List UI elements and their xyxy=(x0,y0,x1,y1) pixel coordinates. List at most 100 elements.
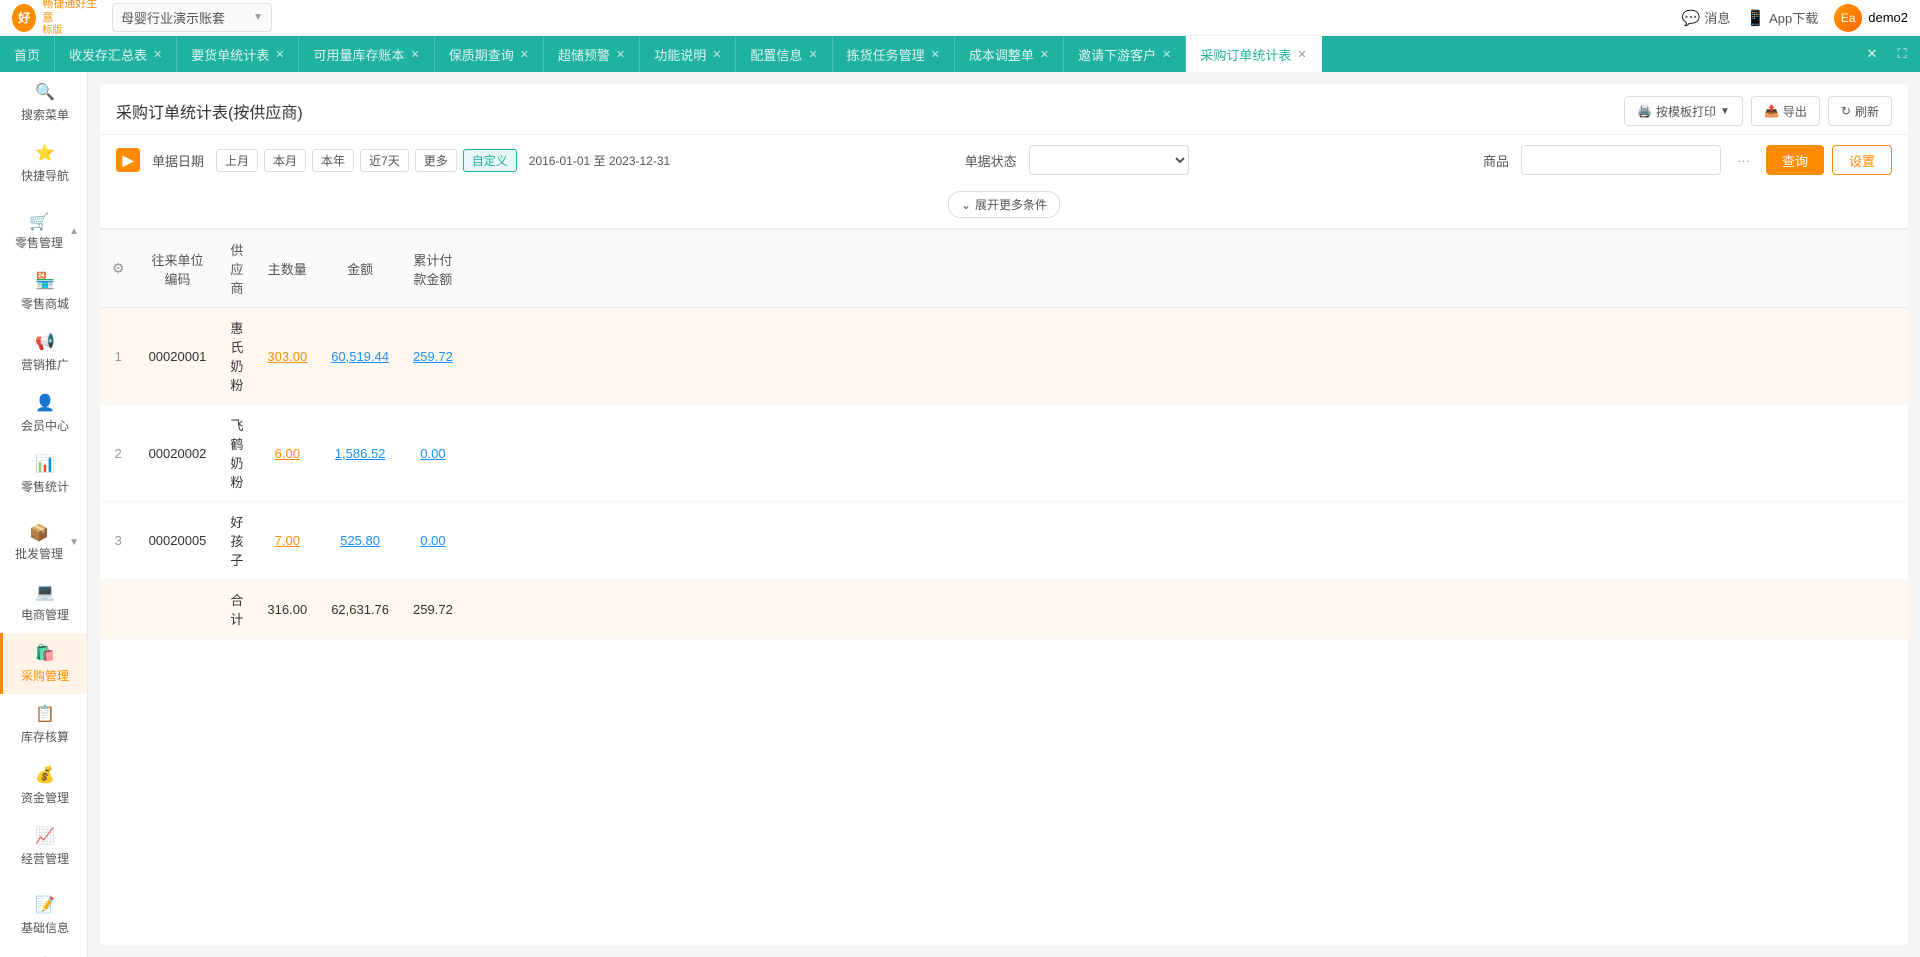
close-tab-purchase-order-stat[interactable]: ✕ xyxy=(1297,48,1306,61)
goods-filter-label: 商品 xyxy=(1483,151,1509,170)
print-btn[interactable]: 🖨️ 按模板打印 ▼ xyxy=(1624,96,1743,126)
shortcut-more[interactable]: 更多 xyxy=(415,149,457,172)
table-gear-icon[interactable]: ⚙ xyxy=(112,260,125,276)
shortcut-this-month[interactable]: 本月 xyxy=(264,149,306,172)
amount-link-2[interactable]: 1,586.52 xyxy=(335,446,386,461)
tab-invite-downstream[interactable]: 邀请下游客户 ✕ xyxy=(1064,36,1186,72)
close-tab-inventory[interactable]: ✕ xyxy=(411,48,420,61)
mall-icon: 🏪 xyxy=(35,271,55,291)
tab-purchase-order-stat[interactable]: 采购订单统计表 ✕ xyxy=(1186,36,1321,72)
qty-link-2[interactable]: 6.00 xyxy=(275,446,300,461)
goods-filter-input[interactable] xyxy=(1521,145,1721,175)
sidebar-item-finance[interactable]: 💰 资金管理 xyxy=(0,755,87,816)
tab-cost-adjust[interactable]: 成本调整单 ✕ xyxy=(955,36,1064,72)
print-dropdown-icon: ▼ xyxy=(1720,106,1730,117)
tab-expiry[interactable]: 保质期查询 ✕ xyxy=(435,36,544,72)
print-icon: 🖨️ xyxy=(1637,104,1652,118)
shortcut-this-year[interactable]: 本年 xyxy=(312,149,354,172)
close-tab-expiry[interactable]: ✕ xyxy=(520,48,529,61)
basic-info-icon: 📝 xyxy=(35,895,55,915)
sidebar-item-inventory-check[interactable]: 📋 库存核算 xyxy=(0,694,87,755)
tab-overstock[interactable]: 超储预警 ✕ xyxy=(544,36,640,72)
table-footer: 合计 316.00 62,631.76 259.72 xyxy=(100,580,1908,639)
refresh-btn[interactable]: ↻ 刷新 xyxy=(1828,96,1892,126)
amount-link-1[interactable]: 60,519.44 xyxy=(331,349,389,364)
tab-function-desc[interactable]: 功能说明 ✕ xyxy=(640,36,736,72)
message-icon: 💬 xyxy=(1682,9,1701,27)
filter-row-1: ▶ 单据日期 上月 本月 本年 近7天 更多 自定义 2016-01-01 至 … xyxy=(116,145,1892,175)
finance-icon: 💰 xyxy=(35,765,55,785)
close-tab-pick-task[interactable]: ✕ xyxy=(931,48,940,61)
tab-close-btn[interactable]: ✕ xyxy=(1858,40,1886,68)
qty-2: 6.00 xyxy=(255,405,319,502)
qty-link-3[interactable]: 7.00 xyxy=(275,533,300,548)
tab-home[interactable]: 首页 xyxy=(0,36,55,72)
sidebar-item-purchase[interactable]: 🛍️ 采购管理 xyxy=(0,633,87,694)
tab-order-stat[interactable]: 要货单统计表 ✕ xyxy=(177,36,299,72)
paid-link-3[interactable]: 0.00 xyxy=(420,533,445,548)
sidebar-item-system[interactable]: ⚙️ 系统管理 xyxy=(0,946,87,957)
page-container: 采购订单统计表(按供应商) 🖨️ 按模板打印 ▼ 📤 导出 ↻ 刷新 xyxy=(100,84,1908,945)
close-tab-overstock[interactable]: ✕ xyxy=(616,48,625,61)
retail-expand-icon: ▲ xyxy=(69,226,79,237)
col-settings: ⚙ xyxy=(100,230,137,308)
more-filter-dots[interactable]: ··· xyxy=(1733,153,1754,168)
retail-stat-icon: 📊 xyxy=(35,454,55,474)
footer-label: 合计 xyxy=(218,580,255,639)
qty-link-1[interactable]: 303.00 xyxy=(267,349,307,364)
sidebar-item-basic-info[interactable]: 📝 基础信息 xyxy=(0,885,87,946)
app-download-action[interactable]: 📱 App下载 xyxy=(1746,8,1818,27)
filter-toggle-btn[interactable]: ▶ xyxy=(116,148,140,172)
top-right-actions: 💬 消息 📱 App下载 Ea demo2 xyxy=(1682,4,1908,32)
sidebar-item-retail-manage[interactable]: 🛒 零售管理 ▲ xyxy=(0,202,87,261)
sidebar-item-member[interactable]: 👤 会员中心 xyxy=(0,383,87,444)
sidebar-item-marketing[interactable]: 📢 营销推广 xyxy=(0,322,87,383)
table-body: 1 00020001 惠氏奶粉 303.00 60,519.44 259.72 … xyxy=(100,308,1908,580)
paid-link-2[interactable]: 0.00 xyxy=(420,446,445,461)
amount-link-3[interactable]: 525.80 xyxy=(340,533,380,548)
export-btn[interactable]: 📤 导出 xyxy=(1751,96,1820,126)
sidebar-item-retail-mall[interactable]: 🏪 零售商城 xyxy=(0,261,87,322)
unit-code-3: 00020005 xyxy=(137,502,219,580)
shortcut-7-days[interactable]: 近7天 xyxy=(360,149,409,172)
sidebar-item-quick-nav[interactable]: ⭐ 快捷导航 xyxy=(0,133,87,194)
retail-icon: 🛒 xyxy=(29,212,49,232)
expand-more-btn[interactable]: ⌄ 展开更多条件 xyxy=(948,191,1060,218)
tab-receive-summary[interactable]: 收发存汇总表 ✕ xyxy=(55,36,177,72)
logo-text: 畅捷通好生意 标版 xyxy=(42,0,100,37)
refresh-icon: ↻ xyxy=(1841,104,1851,118)
marketing-icon: 📢 xyxy=(35,332,55,352)
sidebar-item-retail-stat[interactable]: 📊 零售统计 xyxy=(0,444,87,505)
paid-link-1[interactable]: 259.72 xyxy=(413,349,453,364)
shortcut-last-month[interactable]: 上月 xyxy=(216,149,258,172)
tab-config[interactable]: 配置信息 ✕ xyxy=(736,36,832,72)
sidebar-item-search[interactable]: 🔍 搜索菜单 xyxy=(0,72,87,133)
sidebar-item-operation[interactable]: 📈 经营管理 xyxy=(0,816,87,877)
export-icon: 📤 xyxy=(1764,104,1779,118)
query-btn[interactable]: 查询 xyxy=(1766,145,1824,175)
col-supplier: 供应商 xyxy=(218,230,255,308)
sidebar-item-ecommerce[interactable]: 💻 电商管理 xyxy=(0,572,87,633)
close-tab-receive-summary[interactable]: ✕ xyxy=(153,48,162,61)
close-tab-config[interactable]: ✕ xyxy=(808,48,817,61)
tab-maximize-btn[interactable]: ⛶ xyxy=(1888,40,1916,68)
workspace-selector[interactable]: 母婴行业演示账套 ▼ xyxy=(112,3,272,32)
col-amount: 金额 xyxy=(319,230,401,308)
status-select[interactable] xyxy=(1029,145,1189,175)
close-tab-function-desc[interactable]: ✕ xyxy=(712,48,721,61)
table-row: 3 00020005 好孩子 7.00 525.80 0.00 xyxy=(100,502,1908,580)
user-area[interactable]: Ea demo2 xyxy=(1834,4,1908,32)
tab-inventory[interactable]: 可用量库存账本 ✕ xyxy=(299,36,434,72)
sidebar-item-wholesale[interactable]: 📦 批发管理 ▼ xyxy=(0,513,87,572)
message-action[interactable]: 💬 消息 xyxy=(1682,8,1731,27)
close-tab-cost-adjust[interactable]: ✕ xyxy=(1040,48,1049,61)
workspace-dropdown-icon: ▼ xyxy=(253,12,263,23)
supplier-3: 好孩子 xyxy=(218,502,255,580)
tab-pick-task[interactable]: 拣货任务管理 ✕ xyxy=(833,36,955,72)
settings-btn[interactable]: 设置 xyxy=(1832,145,1892,175)
close-tab-invite-downstream[interactable]: ✕ xyxy=(1162,48,1171,61)
close-tab-order-stat[interactable]: ✕ xyxy=(275,48,284,61)
top-bar: 好 畅捷通好生意 标版 母婴行业演示账套 ▼ 💬 消息 📱 App下载 Ea d… xyxy=(0,0,1920,36)
inventory-icon: 📋 xyxy=(35,704,55,724)
tab-bar: 首页 收发存汇总表 ✕ 要货单统计表 ✕ 可用量库存账本 ✕ 保质期查询 ✕ 超… xyxy=(0,36,1920,72)
